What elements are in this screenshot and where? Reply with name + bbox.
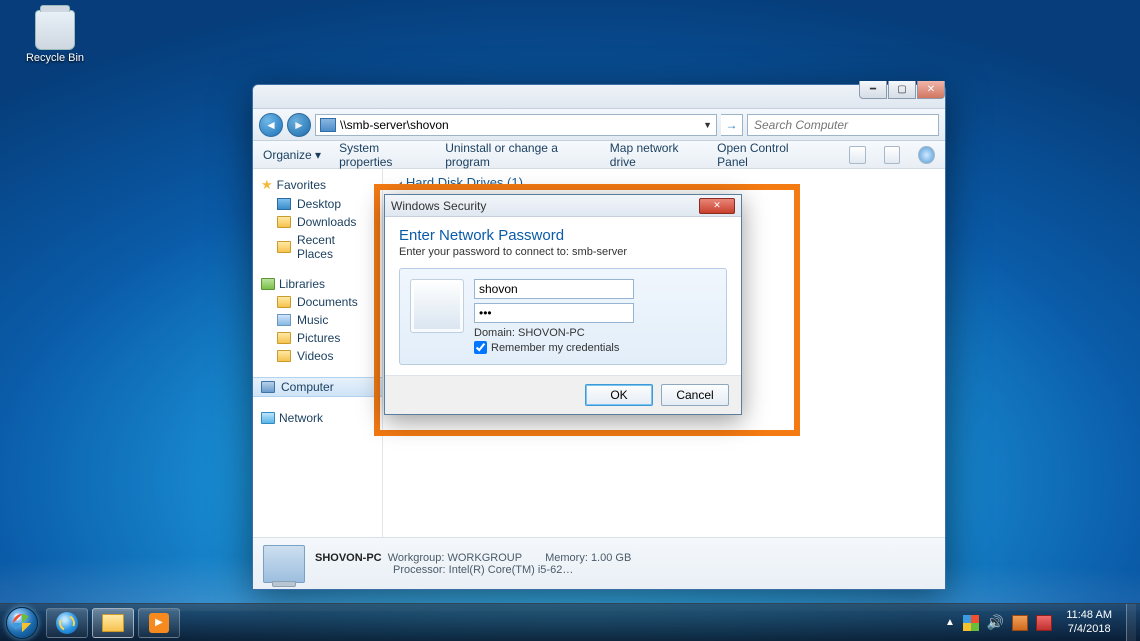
nav-music[interactable]: Music [253, 311, 382, 329]
star-icon: ★ [261, 177, 273, 193]
view-options-button[interactable] [849, 146, 866, 164]
address-dropdown-icon[interactable]: ▼ [703, 120, 712, 130]
computer-icon [320, 118, 336, 132]
libraries-icon [261, 278, 275, 290]
minimize-button[interactable]: ━ [859, 81, 887, 99]
windows-security-dialog: Windows Security ✕ Enter Network Passwor… [384, 194, 742, 415]
go-refresh-button[interactable]: → [721, 114, 743, 136]
recycle-bin-icon [35, 10, 75, 50]
videos-icon [277, 350, 291, 362]
nav-desktop[interactable]: Desktop [253, 195, 382, 213]
clock-time: 11:48 AM [1066, 609, 1112, 622]
clock-date: 7/4/2018 [1066, 623, 1112, 636]
collapse-icon: ◢ [395, 179, 402, 189]
taskbar: ▶ ▲ 🔊 11:48 AM 7/4/2018 [0, 603, 1140, 641]
libraries-header[interactable]: Libraries [253, 275, 382, 293]
details-pane: SHOVON-PC Workgroup: WORKGROUP Memory: 1… [253, 537, 945, 589]
nav-recent-places[interactable]: Recent Places [253, 231, 382, 263]
tray-app-icon-2[interactable] [1036, 615, 1052, 631]
forward-button[interactable]: ► [287, 113, 311, 137]
favorites-header[interactable]: ★Favorites [253, 175, 382, 195]
dialog-title: Windows Security [391, 199, 486, 213]
nav-pictures[interactable]: Pictures [253, 329, 382, 347]
computer-large-icon [263, 545, 305, 583]
system-properties-button[interactable]: System properties [339, 141, 427, 169]
dialog-titlebar[interactable]: Windows Security ✕ [385, 195, 741, 217]
uninstall-program-button[interactable]: Uninstall or change a program [445, 141, 592, 169]
command-bar: Organize ▾ System properties Uninstall o… [253, 141, 945, 169]
user-avatar-icon [410, 279, 464, 333]
remember-checkbox-input[interactable] [474, 341, 487, 354]
address-text: \\smb-server\shovon [340, 118, 449, 132]
system-tray: ▲ 🔊 11:48 AM 7/4/2018 [941, 604, 1140, 641]
tray-chevron-up-icon[interactable]: ▲ [945, 617, 955, 628]
maximize-button[interactable]: ▢ [888, 81, 916, 99]
search-input[interactable] [747, 114, 939, 136]
dialog-subtext: Enter your password to connect to: smb-s… [399, 246, 727, 258]
documents-icon [277, 296, 291, 308]
taskbar-ie[interactable] [46, 608, 88, 638]
recycle-bin-label: Recycle Bin [26, 52, 84, 64]
map-network-drive-button[interactable]: Map network drive [610, 141, 699, 169]
credential-tile: Domain: SHOVON-PC Remember my credential… [399, 268, 727, 365]
password-input[interactable] [474, 303, 634, 323]
nav-computer[interactable]: Computer [253, 377, 382, 397]
desktop: Recycle Bin ━ ▢ ✕ ◄ ► \\smb-server\shovo… [0, 0, 1140, 641]
ie-icon [56, 612, 78, 634]
organize-menu[interactable]: Organize ▾ [263, 148, 321, 162]
taskbar-explorer[interactable] [92, 608, 134, 638]
pictures-icon [277, 332, 291, 344]
nav-documents[interactable]: Documents [253, 293, 382, 311]
username-input[interactable] [474, 279, 634, 299]
computer-icon [261, 381, 275, 393]
folder-icon [277, 241, 291, 253]
wmp-icon: ▶ [149, 613, 169, 633]
show-desktop-button[interactable] [1126, 604, 1136, 641]
navigation-pane: ★Favorites Desktop Downloads Recent Plac… [253, 169, 383, 537]
volume-icon[interactable]: 🔊 [987, 614, 1004, 631]
close-button[interactable]: ✕ [917, 81, 945, 99]
nav-videos[interactable]: Videos [253, 347, 382, 365]
hard-disk-drives-header[interactable]: ◢Hard Disk Drives (1) [395, 175, 933, 190]
windows-orb-icon [6, 607, 38, 639]
taskbar-wmp[interactable]: ▶ [138, 608, 180, 638]
start-button[interactable] [0, 604, 44, 641]
cancel-button[interactable]: Cancel [661, 384, 729, 406]
taskbar-clock[interactable]: 11:48 AM 7/4/2018 [1066, 609, 1112, 635]
desktop-icon [277, 198, 291, 210]
dialog-close-button[interactable]: ✕ [699, 198, 735, 214]
back-button[interactable]: ◄ [259, 113, 283, 137]
ok-button[interactable]: OK [585, 384, 653, 406]
tray-app-icon[interactable] [1012, 615, 1028, 631]
open-control-panel-button[interactable]: Open Control Panel [717, 141, 813, 169]
help-button[interactable] [918, 146, 935, 164]
preview-pane-button[interactable] [884, 146, 901, 164]
music-icon [277, 314, 291, 326]
action-center-icon[interactable] [963, 615, 979, 631]
domain-label: Domain: SHOVON-PC [474, 327, 716, 339]
nav-bar: ◄ ► \\smb-server\shovon ▼ → [253, 109, 945, 141]
address-bar[interactable]: \\smb-server\shovon ▼ [315, 114, 717, 136]
folder-icon [277, 216, 291, 228]
remember-credentials-checkbox[interactable]: Remember my credentials [474, 341, 716, 354]
explorer-icon [102, 614, 124, 632]
dialog-heading: Enter Network Password [399, 227, 727, 244]
network-icon [261, 412, 275, 424]
nav-network[interactable]: Network [253, 409, 382, 427]
window-titlebar[interactable]: ━ ▢ ✕ [253, 85, 945, 109]
recycle-bin[interactable]: Recycle Bin [20, 10, 90, 64]
details-computer-name: SHOVON-PC [315, 552, 382, 564]
nav-downloads[interactable]: Downloads [253, 213, 382, 231]
